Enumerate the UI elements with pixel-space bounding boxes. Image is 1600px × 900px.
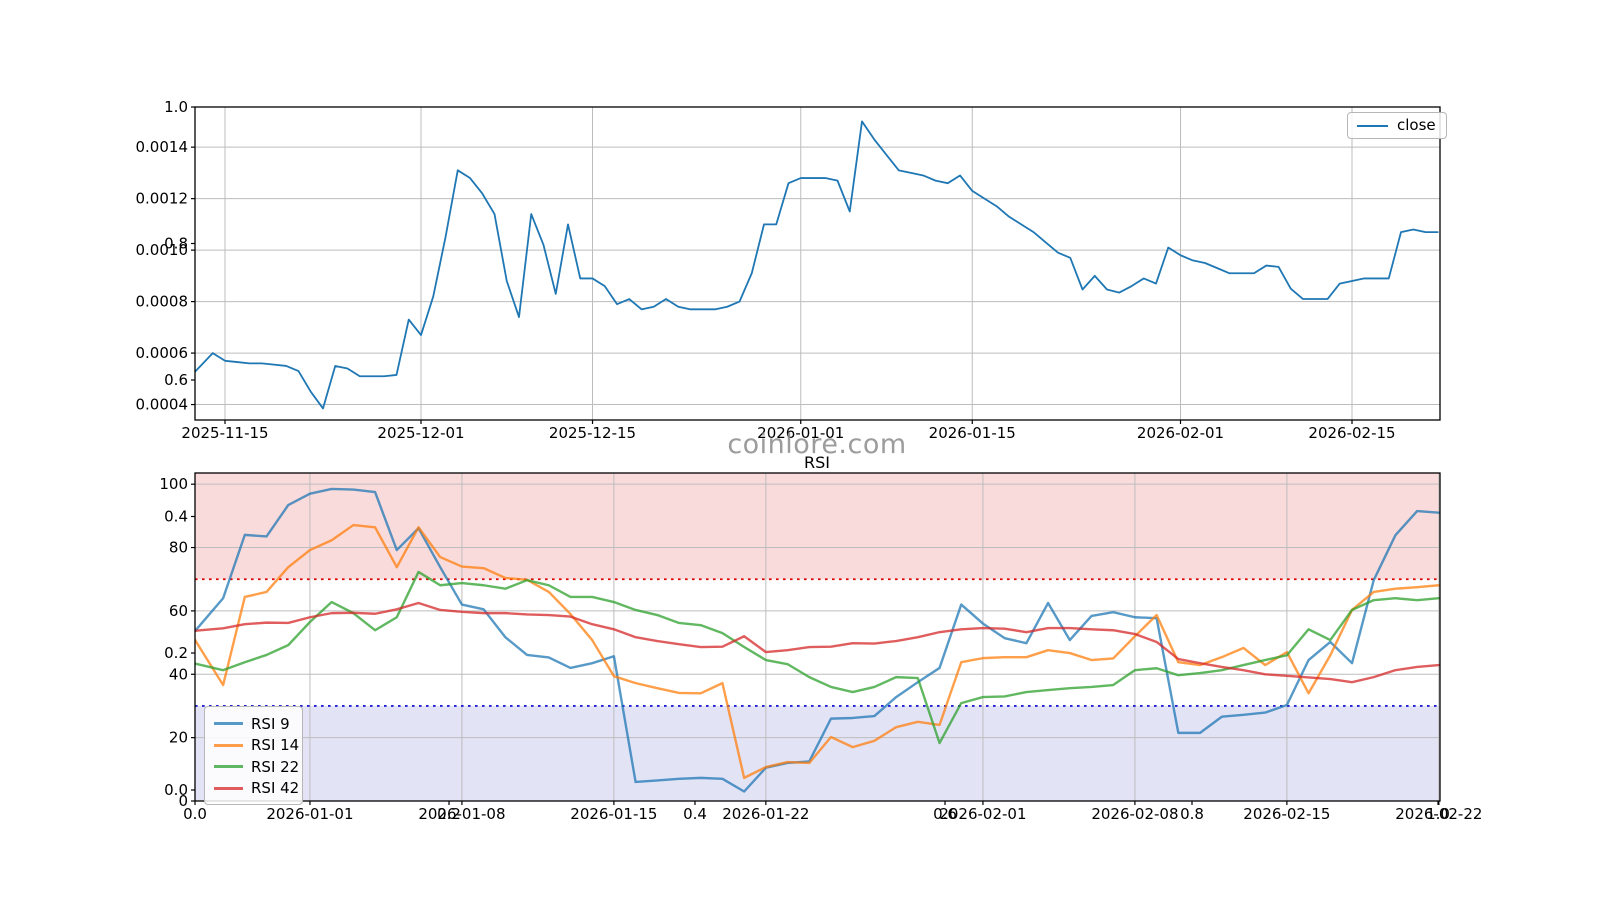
x-tick-label: 2026-02-08	[1091, 805, 1178, 823]
rsi-legend-item: RSI 9	[214, 713, 302, 735]
overlay-x-tick-label: 0.4	[683, 805, 707, 823]
y-tick-label: 0.0014	[136, 138, 189, 156]
overlay-y-tick-label: 0.4	[164, 508, 188, 526]
overlay-x-tick-label: 0.6	[933, 805, 957, 823]
overlay-y-tick-label: 0.6	[164, 371, 188, 389]
x-tick-label: 2025-11-15	[181, 424, 268, 442]
rsi-panel-title: RSI	[804, 453, 830, 472]
rsi14-line-sample-icon	[214, 743, 243, 747]
overlay-x-tick-label: 0.0	[183, 805, 207, 823]
rsi-legend-item: RSI 42	[214, 778, 302, 800]
x-tick-label: 2026-01-15	[570, 805, 657, 823]
rsi22-line-sample-icon	[214, 765, 243, 769]
rsi-legend-label: RSI 22	[251, 757, 300, 776]
price-legend-label: close	[1397, 116, 1436, 134]
y-tick-label: 0.0008	[136, 293, 189, 311]
series-close	[195, 120, 1439, 410]
y-tick-label: 0.0004	[136, 396, 189, 414]
x-tick-label: 2026-02-01	[1137, 424, 1224, 442]
x-tick-label: 2026-01-22	[722, 805, 809, 823]
rsi-legend-item: RSI 22	[214, 756, 302, 778]
overlay-x-tick-label: 1.0	[1426, 805, 1450, 823]
overlay-y-tick-label: 1.0	[164, 98, 188, 116]
close-line-sample-icon	[1357, 124, 1388, 127]
rsi-legend-label: RSI 9	[251, 714, 290, 733]
y-tick-label: 20	[169, 729, 188, 747]
axes-spines	[194, 106, 1441, 421]
overlay-x-tick-label: 0.8	[1180, 805, 1204, 823]
x-tick-label: 2026-01-08	[418, 805, 505, 823]
y-tick-label: 60	[169, 602, 188, 620]
price-legend: close	[1347, 112, 1447, 139]
overlay-y-tick-label: 0.2	[164, 644, 188, 662]
threshold-band	[195, 473, 1440, 580]
overlay-y-tick-label: 0.0	[164, 781, 188, 799]
series-rsi42	[195, 601, 1440, 684]
rsi9-line-sample-icon	[214, 722, 243, 726]
rsi42-line-sample-icon	[214, 786, 243, 790]
x-tick-label: 2026-02-15	[1308, 424, 1395, 442]
rsi-legend: RSI 9 RSI 14 RSI 22 RSI 42	[204, 706, 303, 805]
rsi-legend-label: RSI 42	[251, 779, 300, 798]
x-tick-label: 2025-12-01	[377, 424, 464, 442]
x-tick-label: 2026-01-01	[266, 805, 353, 823]
y-tick-label: 100	[159, 475, 188, 493]
y-tick-label: 40	[169, 665, 188, 683]
rsi-legend-label: RSI 14	[251, 736, 300, 755]
y-tick-label: 80	[169, 539, 188, 557]
y-tick-label: 0.0006	[136, 344, 189, 362]
overlay-x-tick-label: 0.2	[437, 805, 461, 823]
rsi-legend-item: RSI 14	[214, 735, 302, 757]
x-tick-label: 2026-02-15	[1243, 805, 1330, 823]
y-tick-label: 0.0012	[136, 190, 189, 208]
overlay-y-tick-label: 0.8	[164, 235, 188, 253]
figure: 0.0004 0.0006 0.0008 0.0010 0.0012 0.0014 2025…	[0, 0, 1600, 900]
